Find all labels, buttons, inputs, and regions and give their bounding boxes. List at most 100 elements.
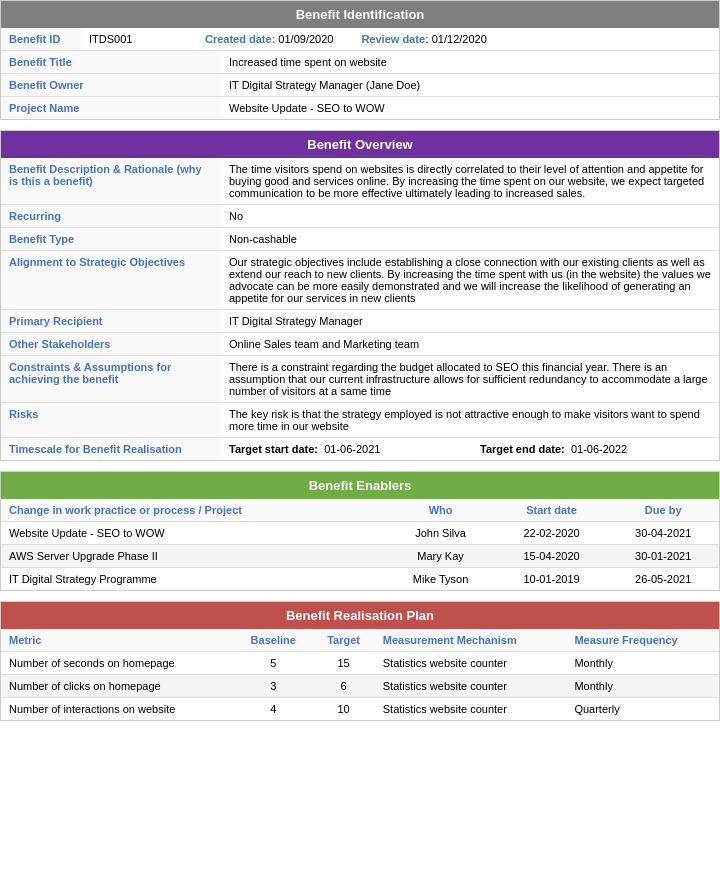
alignment-row: Alignment to Strategic Objectives Our st… bbox=[1, 251, 719, 310]
enablers-cell-startdate: 15-04-2020 bbox=[496, 545, 608, 568]
plan-row: Number of interactions on website 4 10 S… bbox=[1, 698, 719, 721]
benefit-type-row: Benefit Type Non-cashable bbox=[1, 228, 719, 251]
review-date-field: Review date: 01/12/2020 bbox=[357, 28, 490, 50]
plan-cell-metric: Number of seconds on homepage bbox=[1, 652, 234, 675]
alignment-value: Our strategic objectives include establi… bbox=[221, 251, 719, 309]
enablers-col-startdate: Start date bbox=[496, 499, 608, 522]
plan-col-target: Target bbox=[312, 629, 374, 652]
enablers-cell-startdate: 22-02-2020 bbox=[496, 522, 608, 545]
benefit-enablers-header: Benefit Enablers bbox=[1, 472, 719, 499]
plan-col-frequency: Measure Frequency bbox=[566, 629, 719, 652]
constraints-value: There is a constraint regarding the budg… bbox=[221, 356, 719, 402]
enablers-cell-who: John Silva bbox=[385, 522, 495, 545]
enablers-col-who: Who bbox=[385, 499, 495, 522]
created-date-value: 01/09/2020 bbox=[278, 33, 333, 45]
benefit-title-value: Increased time spent on website bbox=[221, 51, 719, 73]
plan-col-metric: Metric bbox=[1, 629, 234, 652]
review-date-value: 01/12/2020 bbox=[432, 33, 487, 45]
plan-cell-mechanism: Statistics website counter bbox=[375, 652, 567, 675]
benefit-enablers-section: Benefit Enablers Change in work practice… bbox=[0, 471, 720, 591]
enablers-cell-dueby: 26-05-2021 bbox=[607, 568, 719, 591]
constraints-label: Constraints & Assumptions for achieving … bbox=[1, 356, 221, 402]
timescale-label: Timescale for Benefit Realisation bbox=[1, 438, 221, 460]
plan-cell-mechanism: Statistics website counter bbox=[375, 675, 567, 698]
enablers-row: IT Digital Strategy Programme Mike Tyson… bbox=[1, 568, 719, 591]
timescale-value: Target start date: 01-06-2021 Target end… bbox=[221, 438, 719, 460]
timescale-inner: Target start date: 01-06-2021 Target end… bbox=[229, 443, 711, 455]
enablers-cell-project: AWS Server Upgrade Phase II bbox=[1, 545, 385, 568]
created-date-label: Created date: bbox=[205, 33, 275, 45]
enablers-cell-project: Website Update - SEO to WOW bbox=[1, 522, 385, 545]
benefit-owner-row: Benefit Owner IT Digital Strategy Manage… bbox=[1, 74, 719, 97]
plan-cell-metric: Number of clicks on homepage bbox=[1, 675, 234, 698]
benefit-id-label: Benefit ID bbox=[1, 28, 81, 50]
benefit-identification-section: Benefit Identification Benefit ID ITDS00… bbox=[0, 0, 720, 120]
enablers-col-dueby: Due by bbox=[607, 499, 719, 522]
primary-recipient-row: Primary Recipient IT Digital Strategy Ma… bbox=[1, 310, 719, 333]
benefit-realisation-header: Benefit Realisation Plan bbox=[1, 602, 719, 629]
target-end-field: Target end date: 01-06-2022 bbox=[480, 443, 711, 455]
recurring-label: Recurring bbox=[1, 205, 221, 227]
target-end-value: 01-06-2022 bbox=[571, 443, 627, 455]
enablers-cell-project: IT Digital Strategy Programme bbox=[1, 568, 385, 591]
plan-cell-target: 10 bbox=[312, 698, 374, 721]
benefit-title-row: Benefit Title Increased time spent on we… bbox=[1, 51, 719, 74]
risks-value: The key risk is that the strategy employ… bbox=[221, 403, 719, 437]
plan-row: Number of seconds on homepage 5 15 Stati… bbox=[1, 652, 719, 675]
enablers-cell-who: Mary Kay bbox=[385, 545, 495, 568]
plan-col-baseline: Baseline bbox=[234, 629, 312, 652]
benefit-overview-section: Benefit Overview Benefit Description & R… bbox=[0, 130, 720, 461]
plan-cell-mechanism: Statistics website counter bbox=[375, 698, 567, 721]
benefit-identification-header: Benefit Identification bbox=[1, 1, 719, 28]
plan-cell-target: 15 bbox=[312, 652, 374, 675]
plan-col-mechanism: Measurement Mechanism bbox=[375, 629, 567, 652]
plan-cell-baseline: 4 bbox=[234, 698, 312, 721]
enablers-header-row: Change in work practice or process / Pro… bbox=[1, 499, 719, 522]
enablers-cell-startdate: 10-01-2019 bbox=[496, 568, 608, 591]
created-date-field: Created date: 01/09/2020 bbox=[201, 28, 337, 50]
primary-recipient-value: IT Digital Strategy Manager bbox=[221, 310, 719, 332]
alignment-label: Alignment to Strategic Objectives bbox=[1, 251, 221, 309]
plan-cell-baseline: 5 bbox=[234, 652, 312, 675]
risks-row: Risks The key risk is that the strategy … bbox=[1, 403, 719, 438]
enablers-cell-who: Mike Tyson bbox=[385, 568, 495, 591]
plan-cell-baseline: 3 bbox=[234, 675, 312, 698]
enablers-row: AWS Server Upgrade Phase II Mary Kay 15-… bbox=[1, 545, 719, 568]
benefit-title-label: Benefit Title bbox=[1, 51, 221, 73]
benefit-owner-value: IT Digital Strategy Manager (Jane Doe) bbox=[221, 74, 719, 96]
benefit-overview-title: Benefit Overview bbox=[307, 137, 413, 152]
benefit-identification-title: Benefit Identification bbox=[296, 7, 425, 22]
project-name-label: Project Name bbox=[1, 97, 221, 119]
description-row: Benefit Description & Rationale (why is … bbox=[1, 158, 719, 205]
risks-label: Risks bbox=[1, 403, 221, 437]
benefit-realisation-section: Benefit Realisation Plan Metric Baseline… bbox=[0, 601, 720, 721]
other-stakeholders-label: Other Stakeholders bbox=[1, 333, 221, 355]
plan-cell-frequency: Quarterly bbox=[566, 698, 719, 721]
constraints-row: Constraints & Assumptions for achieving … bbox=[1, 356, 719, 403]
benefit-id-row: Benefit ID ITDS001 Created date: 01/09/2… bbox=[1, 28, 719, 51]
recurring-row: Recurring No bbox=[1, 205, 719, 228]
other-stakeholders-row: Other Stakeholders Online Sales team and… bbox=[1, 333, 719, 356]
plan-cell-target: 6 bbox=[312, 675, 374, 698]
enablers-row: Website Update - SEO to WOW John Silva 2… bbox=[1, 522, 719, 545]
review-date-label: Review date: bbox=[361, 33, 428, 45]
target-start-label: Target start date: bbox=[229, 443, 318, 455]
description-value: The time visitors spend on websites is d… bbox=[221, 158, 719, 204]
enablers-cell-dueby: 30-01-2021 bbox=[607, 545, 719, 568]
benefit-overview-header: Benefit Overview bbox=[1, 131, 719, 158]
benefit-type-value: Non-cashable bbox=[221, 228, 719, 250]
benefit-id-value: ITDS001 bbox=[81, 28, 201, 50]
plan-row: Number of clicks on homepage 3 6 Statist… bbox=[1, 675, 719, 698]
description-label: Benefit Description & Rationale (why is … bbox=[1, 158, 221, 204]
project-name-row: Project Name Website Update - SEO to WOW bbox=[1, 97, 719, 119]
benefit-type-label: Benefit Type bbox=[1, 228, 221, 250]
plan-cell-metric: Number of interactions on website bbox=[1, 698, 234, 721]
benefit-owner-label: Benefit Owner bbox=[1, 74, 221, 96]
primary-recipient-label: Primary Recipient bbox=[1, 310, 221, 332]
benefit-realisation-title: Benefit Realisation Plan bbox=[286, 608, 434, 623]
target-start-field: Target start date: 01-06-2021 bbox=[229, 443, 480, 455]
recurring-value: No bbox=[221, 205, 719, 227]
enablers-table: Change in work practice or process / Pro… bbox=[1, 499, 719, 590]
benefit-enablers-title: Benefit Enablers bbox=[309, 478, 412, 493]
realisation-table: Metric Baseline Target Measurement Mecha… bbox=[1, 629, 719, 720]
